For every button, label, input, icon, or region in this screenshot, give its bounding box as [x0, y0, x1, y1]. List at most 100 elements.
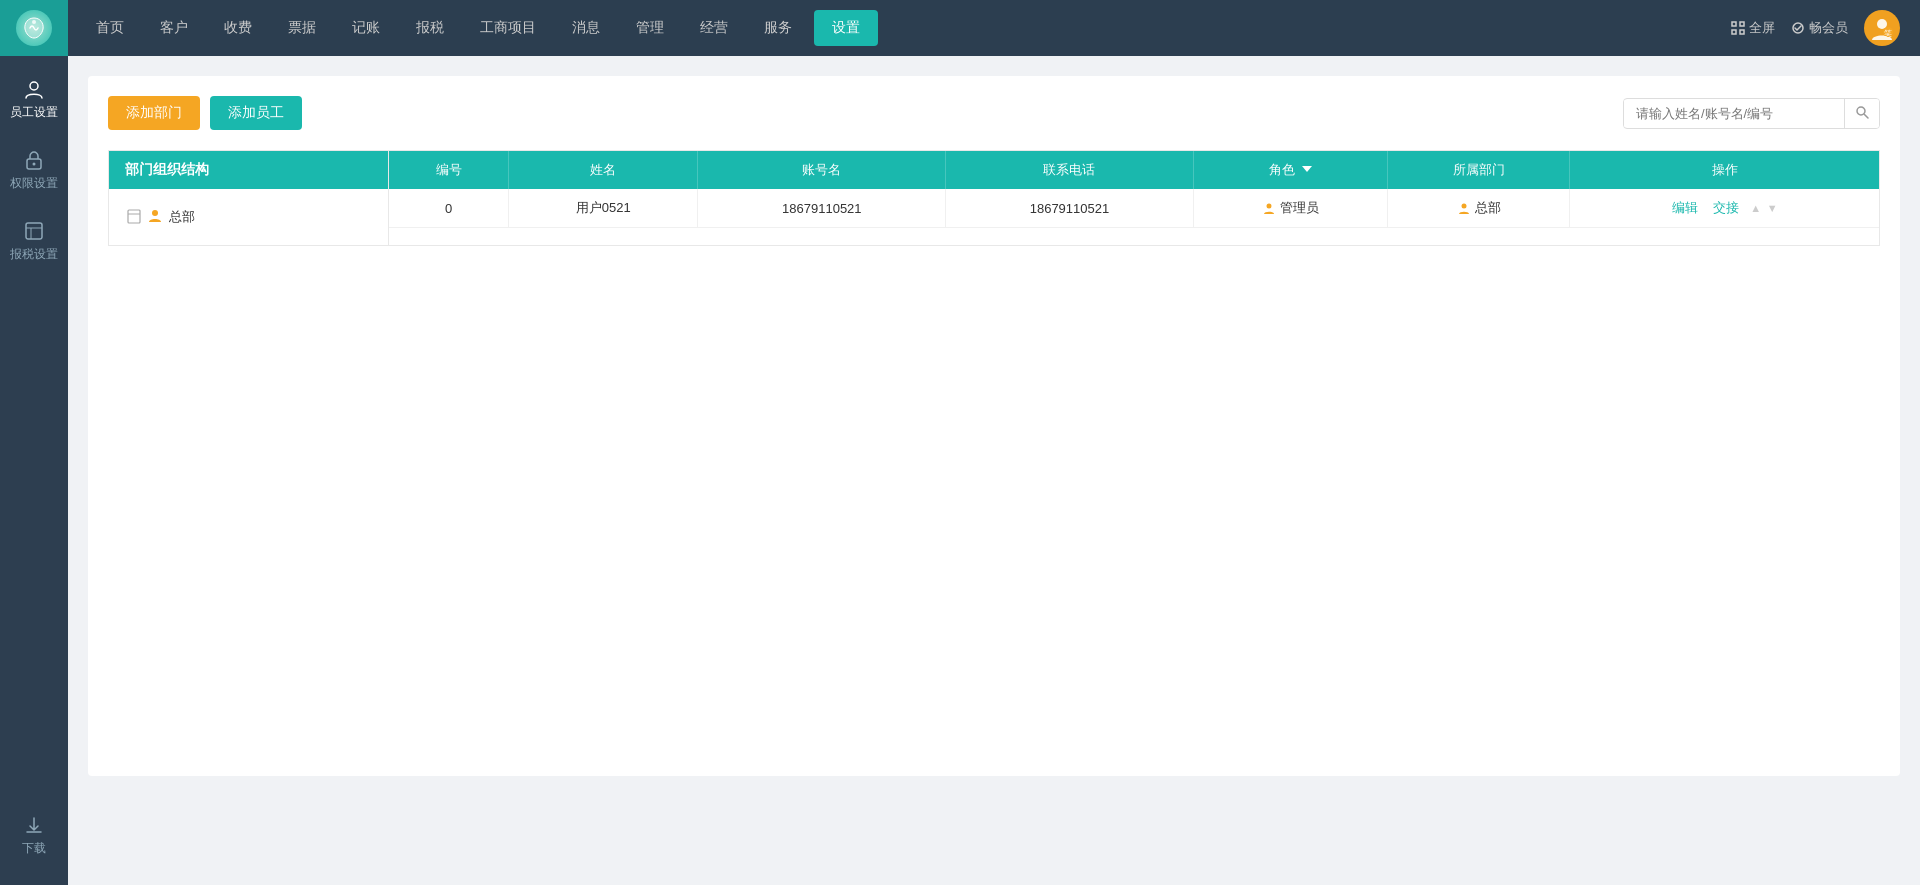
nav-item-bookkeeping[interactable]: 记账	[334, 0, 398, 56]
search-box	[1623, 98, 1880, 129]
fullscreen-label: 全屏	[1749, 19, 1775, 37]
scroll-down-btn[interactable]: ▼	[1767, 202, 1778, 214]
member-icon	[1791, 21, 1805, 35]
sidebar-staff-label: 员工设置	[10, 104, 58, 121]
fullscreen-button[interactable]: 全屏	[1731, 19, 1775, 37]
top-navigation: 首页 客户 收费 票据 记账 报税 工商项目 消息 管理 经营 服务 设置 全屏	[0, 0, 1920, 56]
role-with-icon: 管理员	[1206, 199, 1375, 217]
table-row: 0 用户0521 18679110521 18679110521	[389, 189, 1879, 228]
role-label: 管理员	[1280, 199, 1319, 217]
nav-item-fee[interactable]: 收费	[206, 0, 270, 56]
tree-panel: 部门组织结构	[109, 151, 389, 245]
tree-root-label: 总部	[169, 208, 195, 226]
fullscreen-icon	[1731, 21, 1745, 35]
cell-no: 0	[389, 189, 509, 228]
action-separator	[1703, 200, 1707, 215]
nav-item-client[interactable]: 客户	[142, 0, 206, 56]
svg-rect-17	[128, 210, 140, 223]
nav-item-manage[interactable]: 管理	[618, 0, 682, 56]
svg-point-11	[33, 163, 36, 166]
col-phone: 联系电话	[946, 151, 1194, 189]
cell-phone: 18679110521	[946, 189, 1194, 228]
sidebar-permission-label: 权限设置	[10, 175, 58, 192]
content-area: 添加部门 添加员工 部门组织结构	[68, 56, 1920, 885]
cell-name: 用户0521	[509, 189, 698, 228]
sidebar-download[interactable]: 下载	[18, 802, 50, 869]
avatar[interactable]: 笑	[1864, 10, 1900, 46]
nav-item-home[interactable]: 首页	[78, 0, 142, 56]
scroll-up-btn[interactable]: ▲	[1750, 202, 1761, 214]
cell-account: 18679110521	[698, 189, 946, 228]
search-button[interactable]	[1844, 99, 1879, 128]
cell-dept: 总部	[1388, 189, 1570, 228]
svg-point-15	[1857, 107, 1865, 115]
tree-header: 部门组织结构	[109, 151, 388, 189]
nav-items: 首页 客户 收费 票据 记账 报税 工商项目 消息 管理 经营 服务 设置	[68, 0, 1731, 56]
nav-item-operation[interactable]: 经营	[682, 0, 746, 56]
svg-text:笑: 笑	[1884, 29, 1892, 38]
search-icon	[1855, 105, 1869, 119]
table-panel: 编号 姓名 账号名 联系电话 角色	[389, 151, 1879, 245]
handover-link[interactable]: 交接	[1713, 200, 1739, 215]
file-icon	[127, 208, 141, 227]
nav-item-bill[interactable]: 票据	[270, 0, 334, 56]
table-header-row: 编号 姓名 账号名 联系电话 角色	[389, 151, 1879, 189]
role-person-icon	[1262, 201, 1276, 215]
nav-item-service[interactable]: 服务	[746, 0, 810, 56]
avatar-icon: 笑	[1868, 14, 1896, 42]
toolbar: 添加部门 添加员工	[108, 96, 1880, 130]
cell-role: 管理员	[1193, 189, 1387, 228]
svg-point-19	[152, 210, 158, 216]
filter-triangle-icon	[1302, 164, 1312, 174]
logo-icon	[16, 10, 52, 46]
svg-point-9	[30, 82, 38, 90]
search-input[interactable]	[1624, 100, 1844, 127]
add-dept-button[interactable]: 添加部门	[108, 96, 200, 130]
nav-item-settings[interactable]: 设置	[814, 10, 878, 46]
svg-point-21	[1266, 204, 1271, 209]
two-column-layout: 部门组织结构	[108, 150, 1880, 246]
svg-rect-1	[1732, 22, 1736, 26]
col-role: 角色	[1193, 151, 1387, 189]
nav-item-message[interactable]: 消息	[554, 0, 618, 56]
permission-icon	[23, 149, 45, 171]
dept-label: 总部	[1475, 199, 1501, 217]
member-button[interactable]: 畅会员	[1791, 19, 1848, 37]
edit-link[interactable]: 编辑	[1672, 200, 1698, 215]
folder-icon	[127, 208, 141, 224]
svg-rect-3	[1732, 30, 1736, 34]
employee-table: 编号 姓名 账号名 联系电话 角色	[389, 151, 1879, 228]
sidebar-bottom: 下载	[18, 802, 50, 869]
sidebar-download-label: 下载	[22, 840, 46, 857]
role-filter-icon[interactable]	[1302, 162, 1312, 177]
svg-point-6	[1877, 19, 1887, 29]
svg-point-0	[32, 20, 36, 24]
col-name: 姓名	[509, 151, 698, 189]
nav-item-business[interactable]: 工商项目	[462, 0, 554, 56]
sidebar-taxsetting-label: 报税设置	[10, 246, 58, 263]
main-layout: 员工设置 权限设置 报税设置 下载	[0, 56, 1920, 885]
left-sidebar: 员工设置 权限设置 报税设置 下载	[0, 56, 68, 885]
svg-rect-12	[26, 223, 42, 239]
nav-item-tax[interactable]: 报税	[398, 0, 462, 56]
col-no: 编号	[389, 151, 509, 189]
dept-person-icon	[147, 207, 163, 223]
sidebar-item-permission[interactable]: 权限设置	[0, 137, 68, 204]
tree-body: 总部	[109, 189, 388, 245]
col-account: 账号名	[698, 151, 946, 189]
sidebar-item-staff[interactable]: 员工设置	[0, 66, 68, 133]
dept-person-icon-sm	[1457, 201, 1471, 215]
add-staff-button[interactable]: 添加员工	[210, 96, 302, 130]
sidebar-item-taxsetting[interactable]: 报税设置	[0, 208, 68, 275]
svg-rect-2	[1740, 22, 1744, 26]
col-dept: 所属部门	[1388, 151, 1570, 189]
col-action: 操作	[1570, 151, 1879, 189]
nav-right: 全屏 畅会员 笑	[1731, 10, 1920, 46]
staff-icon	[23, 78, 45, 100]
dept-with-icon: 总部	[1400, 199, 1557, 217]
tree-item-root[interactable]: 总部	[119, 199, 378, 235]
dept-user-icon	[147, 207, 163, 227]
svg-line-16	[1865, 114, 1869, 118]
svg-marker-20	[1302, 166, 1312, 172]
content-inner: 添加部门 添加员工 部门组织结构	[88, 76, 1900, 776]
